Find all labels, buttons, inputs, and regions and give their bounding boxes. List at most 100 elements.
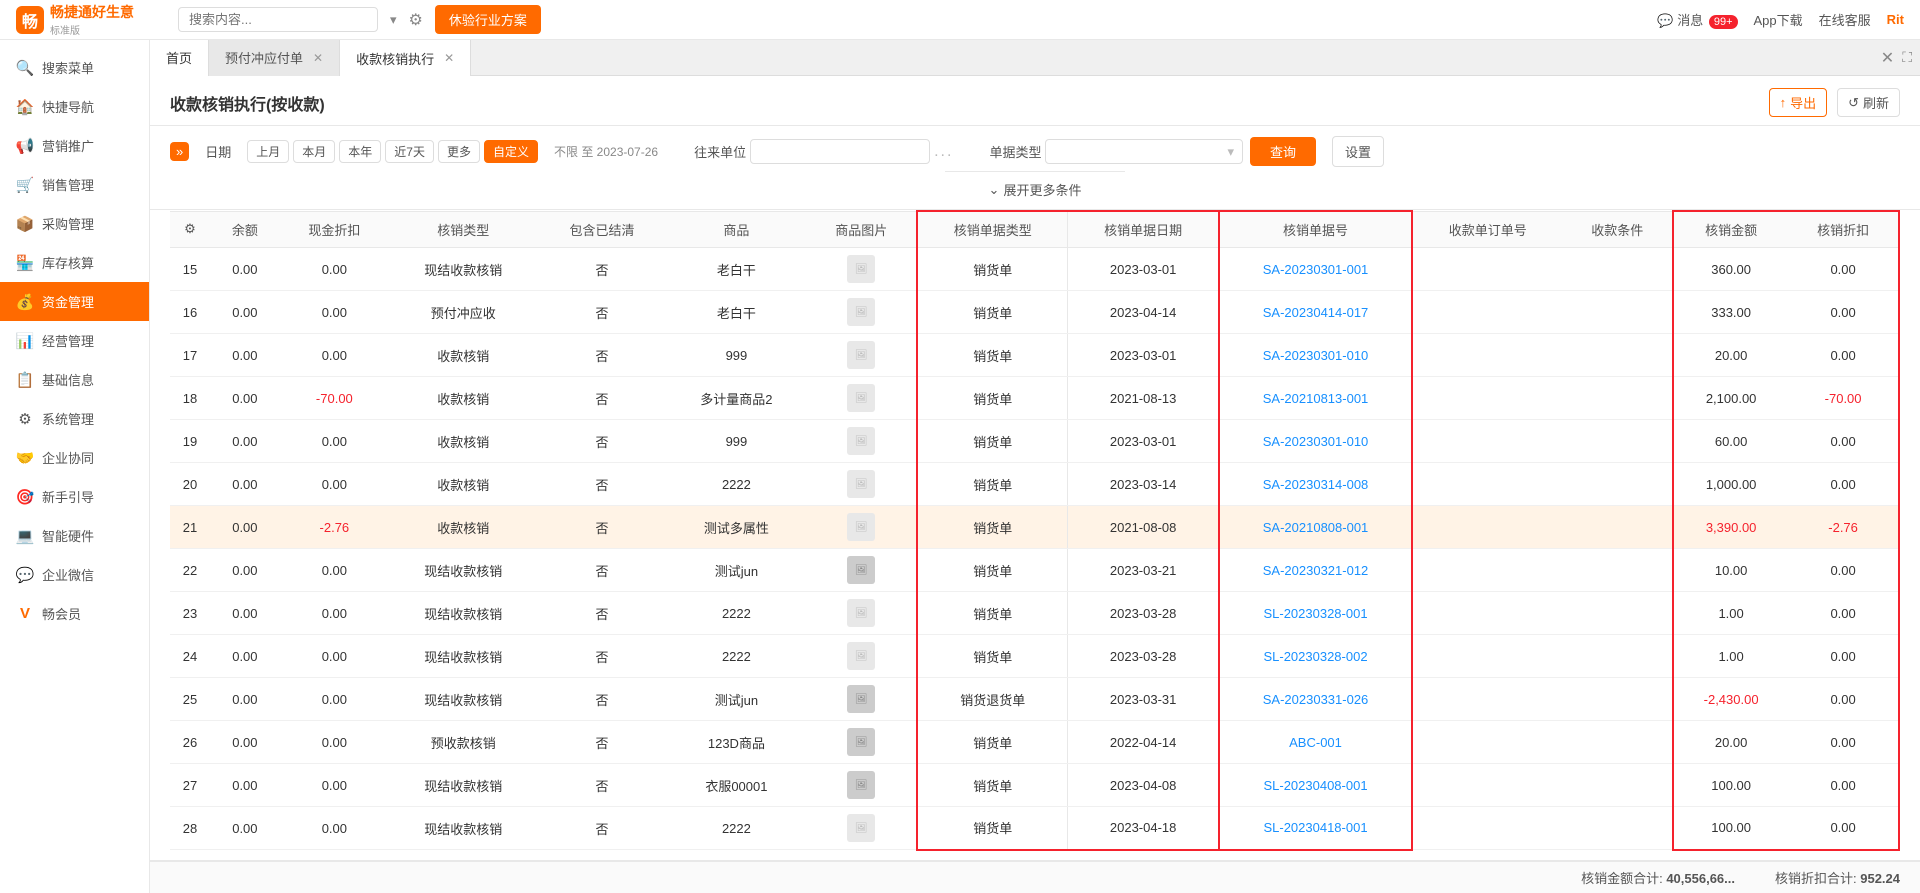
cell-bill-verify-no[interactable]: SA-20230414-017 <box>1219 291 1412 334</box>
table-row[interactable]: 15 0.00 0.00 现结收款核销 否 老白干 🖼 销货单 2023-03-… <box>170 248 1899 291</box>
cell-bill-verify-no[interactable]: SA-20230301-001 <box>1219 248 1412 291</box>
cell-verify-type: 现结收款核销 <box>389 807 538 850</box>
cell-bill-verify-no[interactable]: SA-20230301-010 <box>1219 334 1412 377</box>
online-service-link[interactable]: 在线客服 <box>1819 10 1871 29</box>
table-row[interactable]: 19 0.00 0.00 收款核销 否 999 🖼 销货单 2023-03-01… <box>170 420 1899 463</box>
tab-prepay[interactable]: 预付冲应付单 ✕ <box>209 40 340 76</box>
sidebar-item-search[interactable]: 🔍 搜索菜单 <box>0 48 149 87</box>
sidebar-item-operations[interactable]: 📊 经营管理 <box>0 321 149 360</box>
cell-bill-verify-no[interactable]: SA-20230321-012 <box>1219 549 1412 592</box>
table-container[interactable]: ⚙ 余额 现金折扣 核销类型 包含已结清 商品 商品图片 核销单据类型 核销单据… <box>150 210 1920 860</box>
bill-verify-link[interactable]: SA-20210808-001 <box>1263 520 1369 535</box>
table-row[interactable]: 17 0.00 0.00 收款核销 否 999 🖼 销货单 2023-03-01… <box>170 334 1899 377</box>
cell-goods: 测试jun <box>666 678 806 721</box>
bill-verify-link[interactable]: SA-20230314-008 <box>1263 477 1369 492</box>
cell-bill-verify-no[interactable]: SL-20230328-001 <box>1219 592 1412 635</box>
cell-bill-verify-no[interactable]: ABC-001 <box>1219 721 1412 764</box>
bill-verify-link[interactable]: SL-20230408-001 <box>1263 778 1367 793</box>
cell-recv-condition <box>1562 678 1673 721</box>
table-row[interactable]: 26 0.00 0.00 预收款核销 否 123D商品 🖼 销货单 2022-0… <box>170 721 1899 764</box>
cell-bill-verify-no[interactable]: SL-20230418-001 <box>1219 807 1412 850</box>
cell-bill-verify-date: 2023-03-28 <box>1068 635 1219 678</box>
table-row[interactable]: 25 0.00 0.00 现结收款核销 否 测试jun 🖼 销货退货单 2023… <box>170 678 1899 721</box>
sidebar-item-guide[interactable]: 🎯 新手引导 <box>0 477 149 516</box>
message-icon[interactable]: 💬 消息 99+ <box>1657 10 1737 29</box>
table-row[interactable]: 24 0.00 0.00 现结收款核销 否 2222 🖼 销货单 2023-03… <box>170 635 1899 678</box>
table-row[interactable]: 20 0.00 0.00 收款核销 否 2222 🖼 销货单 2023-03-1… <box>170 463 1899 506</box>
sidebar-item-system[interactable]: ⚙ 系统管理 <box>0 399 149 438</box>
app-download-link[interactable]: App下载 <box>1754 10 1803 29</box>
cell-verify-amount: 333.00 <box>1673 291 1788 334</box>
export-button[interactable]: ↑ 导出 <box>1769 88 1828 117</box>
table-row[interactable]: 22 0.00 0.00 现结收款核销 否 测试jun 🖼 销货单 2023-0… <box>170 549 1899 592</box>
cell-verify-amount: 1,000.00 <box>1673 463 1788 506</box>
date-btn-custom[interactable]: 自定义 <box>484 140 538 163</box>
tab-prepay-label: 预付冲应付单 <box>225 48 303 67</box>
bill-verify-link[interactable]: SA-20230301-010 <box>1263 348 1369 363</box>
sidebar-item-sales[interactable]: 🛒 销售管理 <box>0 165 149 204</box>
refresh-button[interactable]: ↺ 刷新 <box>1837 88 1900 117</box>
table-row[interactable]: 18 0.00 -70.00 收款核销 否 多计量商品2 🖼 销货单 2021-… <box>170 377 1899 420</box>
export-label: 导出 <box>1790 93 1816 112</box>
bill-verify-link[interactable]: SA-20230301-010 <box>1263 434 1369 449</box>
cell-balance: 0.00 <box>210 291 280 334</box>
sidebar-item-inventory[interactable]: 🏪 库存核算 <box>0 243 149 282</box>
bill-verify-link[interactable]: SL-20230328-002 <box>1263 649 1367 664</box>
table-row[interactable]: 27 0.00 0.00 现结收款核销 否 衣服00001 🖼 销货单 2023… <box>170 764 1899 807</box>
cell-cash-discount: 0.00 <box>280 764 389 807</box>
col-header-gear[interactable]: ⚙ <box>170 211 210 248</box>
tab-close-all-icon[interactable]: ✕ <box>1881 48 1894 68</box>
bill-verify-link[interactable]: SL-20230328-001 <box>1263 606 1367 621</box>
sidebar-item-finance[interactable]: 💰 资金管理 <box>0 282 149 321</box>
tab-verify-close[interactable]: ✕ <box>444 51 454 65</box>
cell-bill-verify-no[interactable]: SL-20230328-002 <box>1219 635 1412 678</box>
user-name[interactable]: Rit <box>1887 12 1904 27</box>
sidebar-item-marketing[interactable]: 📢 营销推广 <box>0 126 149 165</box>
unit-dots[interactable]: ... <box>934 143 953 161</box>
unit-input[interactable] <box>750 139 930 164</box>
industry-btn[interactable]: 休验行业方案 <box>435 5 541 34</box>
table-row[interactable]: 21 0.00 -2.76 收款核销 否 测试多属性 🖼 销货单 2021-08… <box>170 506 1899 549</box>
tab-verify[interactable]: 收款核销执行 ✕ <box>340 40 471 76</box>
top-search-input[interactable] <box>178 7 378 32</box>
cell-bill-verify-no[interactable]: SA-20230301-010 <box>1219 420 1412 463</box>
date-btn-more[interactable]: 更多 <box>438 140 480 163</box>
cell-id: 19 <box>170 420 210 463</box>
settings-button[interactable]: 设置 <box>1332 136 1384 167</box>
bill-type-input[interactable] <box>1045 139 1243 164</box>
sidebar-item-purchase[interactable]: 📦 采购管理 <box>0 204 149 243</box>
sidebar-item-wechat[interactable]: 💬 企业微信 <box>0 555 149 594</box>
tab-home[interactable]: 首页 <box>150 40 209 76</box>
bill-verify-link[interactable]: SA-20210813-001 <box>1263 391 1369 406</box>
bill-verify-link[interactable]: ABC-001 <box>1289 735 1342 750</box>
date-btn-this-year[interactable]: 本年 <box>339 140 381 163</box>
table-row[interactable]: 28 0.00 0.00 现结收款核销 否 2222 🖼 销货单 2023-04… <box>170 807 1899 850</box>
sidebar-item-hardware[interactable]: 💻 智能硬件 <box>0 516 149 555</box>
bill-verify-link[interactable]: SA-20230301-001 <box>1263 262 1369 277</box>
expand-conditions-btn[interactable]: ⌄ 展开更多条件 <box>945 171 1125 199</box>
sidebar-item-basics[interactable]: 📋 基础信息 <box>0 360 149 399</box>
sidebar-item-nav[interactable]: 🏠 快捷导航 <box>0 87 149 126</box>
tab-prepay-close[interactable]: ✕ <box>313 51 323 65</box>
query-button[interactable]: 查询 <box>1250 137 1316 166</box>
cell-bill-verify-no[interactable]: SL-20230408-001 <box>1219 764 1412 807</box>
sidebar-item-collab[interactable]: 🤝 企业协同 <box>0 438 149 477</box>
bill-verify-link[interactable]: SL-20230418-001 <box>1263 820 1367 835</box>
date-btn-7days[interactable]: 近7天 <box>385 140 434 163</box>
cell-bill-verify-no[interactable]: SA-20210808-001 <box>1219 506 1412 549</box>
cell-bill-verify-no[interactable]: SA-20230331-026 <box>1219 678 1412 721</box>
filter-expand-arrow[interactable]: » <box>170 142 189 161</box>
table-row[interactable]: 16 0.00 0.00 预付冲应收 否 老白干 🖼 销货单 2023-04-1… <box>170 291 1899 334</box>
cell-bill-verify-no[interactable]: SA-20210813-001 <box>1219 377 1412 420</box>
sidebar-item-member[interactable]: V 畅会员 <box>0 594 149 633</box>
bill-verify-link[interactable]: SA-20230331-026 <box>1263 692 1369 707</box>
date-btn-last-month[interactable]: 上月 <box>247 140 289 163</box>
tab-verify-label: 收款核销执行 <box>356 49 434 68</box>
bill-verify-link[interactable]: SA-20230321-012 <box>1263 563 1369 578</box>
bill-verify-link[interactable]: SA-20230414-017 <box>1263 305 1369 320</box>
table-row[interactable]: 23 0.00 0.00 现结收款核销 否 2222 🖼 销货单 2023-03… <box>170 592 1899 635</box>
gear-icon[interactable]: ⚙ <box>409 10 423 30</box>
tab-maximize-icon[interactable]: ⛶ <box>1902 49 1912 66</box>
cell-bill-verify-no[interactable]: SA-20230314-008 <box>1219 463 1412 506</box>
date-btn-this-month[interactable]: 本月 <box>293 140 335 163</box>
